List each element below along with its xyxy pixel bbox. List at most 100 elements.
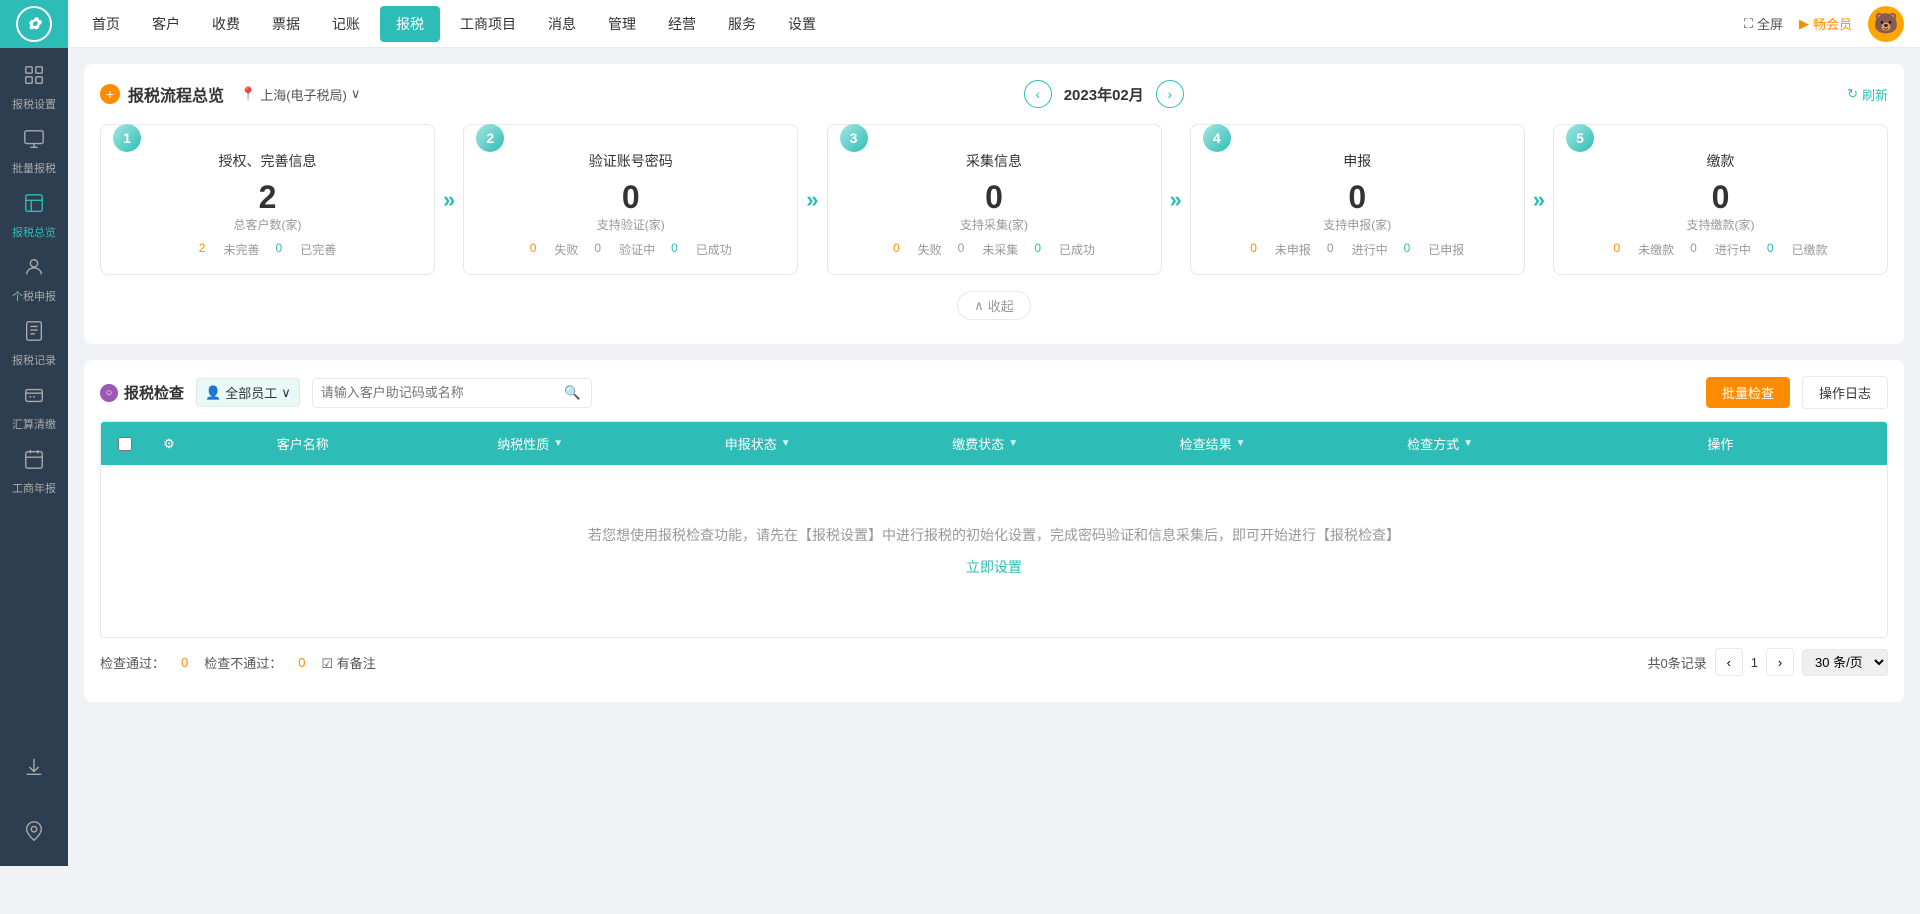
collapse-button[interactable]: ∧ 收起 [957, 291, 1031, 320]
step-stat-success-1[interactable]: 0 [276, 241, 283, 258]
overview-header: + 报税流程总览 📍 上海(电子税局) ∨ ‹ 2023年02月 › ↻ 刷新 [100, 80, 1888, 108]
sidebar-item-location[interactable] [0, 802, 68, 866]
setup-link[interactable]: 立即设置 [966, 557, 1022, 577]
sidebar-item-tax-record[interactable]: 报税记录 [0, 312, 68, 376]
tax-nature-filter-icon[interactable]: ▼ [553, 438, 563, 449]
step-stats-1: 2 未完善 0 已完善 [121, 241, 414, 258]
empty-message: 若您想使用报税检查功能，请先在【报税设置】中进行报税的初始化设置，完成密码验证和… [588, 525, 1400, 545]
step-stat-success-label-1: 已完善 [300, 241, 336, 258]
step-stat-success-5[interactable]: 0 [1767, 241, 1774, 258]
header-tax-nature: 纳税性质 ▼ [416, 422, 643, 465]
step-count-5: 0 [1574, 179, 1867, 216]
sidebar-label-tax-settings: 报税设置 [12, 96, 56, 112]
arrow-2: » [798, 124, 826, 275]
step-stat-pending-4[interactable]: 0 [1327, 241, 1334, 258]
step-subtitle-2: 支持验证(家) [484, 216, 777, 233]
employee-chevron-icon: ∨ [281, 385, 291, 401]
step-stat-pending-5[interactable]: 0 [1690, 241, 1697, 258]
nav-business[interactable]: 工商项目 [444, 0, 532, 48]
nav-customer[interactable]: 客户 [136, 0, 196, 48]
step-stat-fail-1[interactable]: 2 [199, 241, 206, 258]
declare-status-filter-icon[interactable]: ▼ [781, 438, 791, 449]
header-gear[interactable]: ⚙ [149, 422, 189, 465]
pass-count[interactable]: 0 [181, 655, 188, 670]
step-card-1: 1 授权、完善信息 2 总客户数(家) 2 未完善 0 已完善 [100, 124, 435, 275]
employee-filter[interactable]: 👤 全部员工 ∨ [196, 378, 300, 407]
step-stat-fail-2[interactable]: 0 [530, 241, 537, 258]
nav-right: ⛶ 全屏 ▶ 畅会员 🐻 [1744, 6, 1920, 42]
select-all-checkbox[interactable] [118, 437, 132, 451]
sidebar-label-tax-record: 报税记录 [12, 352, 56, 368]
step-stat-fail-3[interactable]: 0 [893, 241, 900, 258]
check-header: ○ 报税检查 👤 全部员工 ∨ 🔍 批量检查 操作日志 [100, 376, 1888, 409]
settlement-icon [23, 384, 45, 412]
step-stats-5: 0 未缴款 0 进行中 0 已缴款 [1574, 241, 1867, 258]
nav-tax[interactable]: 报税 [380, 6, 440, 42]
nav-settings[interactable]: 设置 [772, 0, 832, 48]
tax-check-table: ⚙ 客户名称 纳税性质 ▼ 申报状态 ▼ 缴费状态 ▼ 检查 [100, 421, 1888, 638]
search-wrapper: 🔍 [312, 378, 592, 408]
refresh-button[interactable]: ↻ 刷新 [1847, 85, 1888, 104]
step-stat-success-2[interactable]: 0 [671, 241, 678, 258]
step-stat-fail-5[interactable]: 0 [1613, 241, 1620, 258]
header-check-method: 检查方式 ▼ [1326, 422, 1553, 465]
next-month-button[interactable]: › [1156, 80, 1184, 108]
step-stat-success-3[interactable]: 0 [1034, 241, 1041, 258]
batch-check-button[interactable]: 批量检查 [1706, 377, 1790, 408]
search-button[interactable]: 🔍 [554, 379, 591, 407]
collapse-row: ∧ 收起 [100, 283, 1888, 328]
step-number-3: 3 [840, 124, 868, 152]
prev-page-button[interactable]: ‹ [1715, 648, 1743, 676]
sidebar-label-tax-overview: 报税总览 [12, 224, 56, 240]
refresh-icon: ↻ [1847, 86, 1858, 102]
step-card-3: 3 采集信息 0 支持采集(家) 0 失败 0 未采集 0 已成功 [827, 124, 1162, 275]
nav-accounting[interactable]: 记账 [316, 0, 376, 48]
nav-service[interactable]: 服务 [712, 0, 772, 48]
sidebar-item-tax-settings[interactable]: 报税设置 [0, 56, 68, 120]
main-content: + 报税流程总览 📍 上海(电子税局) ∨ ‹ 2023年02月 › ↻ 刷新 … [68, 48, 1920, 866]
step-title-2: 验证账号密码 [484, 151, 777, 171]
nav-fee[interactable]: 收费 [196, 0, 256, 48]
step-stat-success-4[interactable]: 0 [1404, 241, 1411, 258]
sidebar-item-download[interactable] [0, 738, 68, 802]
arrow-1: » [435, 124, 463, 275]
nav-invoice[interactable]: 票据 [256, 0, 316, 48]
sidebar-item-batch-tax[interactable]: 批量报税 [0, 120, 68, 184]
step-subtitle-5: 支持缴款(家) [1574, 216, 1867, 233]
nav-home[interactable]: 首页 [76, 0, 136, 48]
check-method-filter-icon[interactable]: ▼ [1463, 438, 1473, 449]
tax-overview-icon [23, 192, 45, 220]
next-page-button[interactable]: › [1766, 648, 1794, 676]
step-number-1: 1 [113, 124, 141, 152]
sidebar-item-settlement[interactable]: 汇算清缴 [0, 376, 68, 440]
prev-month-button[interactable]: ‹ [1024, 80, 1052, 108]
step-stat-pending-3[interactable]: 0 [958, 241, 965, 258]
arrow-3: » [1162, 124, 1190, 275]
current-page: 1 [1751, 655, 1758, 670]
check-title: ○ 报税检查 [100, 382, 184, 403]
sidebar-item-personal-tax[interactable]: 个税申报 [0, 248, 68, 312]
step-count-1: 2 [121, 179, 414, 216]
header-check-result: 检查结果 ▼ [1099, 422, 1326, 465]
search-input[interactable] [313, 379, 554, 406]
page-size-select[interactable]: 30 条/页 [1802, 649, 1888, 676]
step-stat-fail-4[interactable]: 0 [1250, 241, 1257, 258]
header-checkbox[interactable] [101, 422, 149, 465]
footer-right: 共0条记录 ‹ 1 › 30 条/页 [1648, 648, 1888, 676]
check-result-filter-icon[interactable]: ▼ [1236, 438, 1246, 449]
nav-operation[interactable]: 经营 [652, 0, 712, 48]
fee-status-filter-icon[interactable]: ▼ [1008, 438, 1018, 449]
step-count-2: 0 [484, 179, 777, 216]
table-header: ⚙ 客户名称 纳税性质 ▼ 申报状态 ▼ 缴费状态 ▼ 检查 [101, 422, 1887, 465]
nav-manage[interactable]: 管理 [592, 0, 652, 48]
step-stat-pending-2[interactable]: 0 [594, 241, 601, 258]
sidebar-item-annual-report[interactable]: 工商年报 [0, 440, 68, 504]
sidebar-item-tax-overview[interactable]: 报税总览 [0, 184, 68, 248]
avatar[interactable]: 🐻 [1868, 6, 1904, 42]
location-selector[interactable]: 📍 上海(电子税局) ∨ [240, 85, 360, 104]
vip-button[interactable]: ▶ 畅会员 [1799, 14, 1852, 33]
fail-count[interactable]: 0 [298, 655, 305, 670]
fullscreen-button[interactable]: ⛶ 全屏 [1744, 14, 1783, 33]
nav-message[interactable]: 消息 [532, 0, 592, 48]
operation-log-button[interactable]: 操作日志 [1802, 376, 1888, 409]
